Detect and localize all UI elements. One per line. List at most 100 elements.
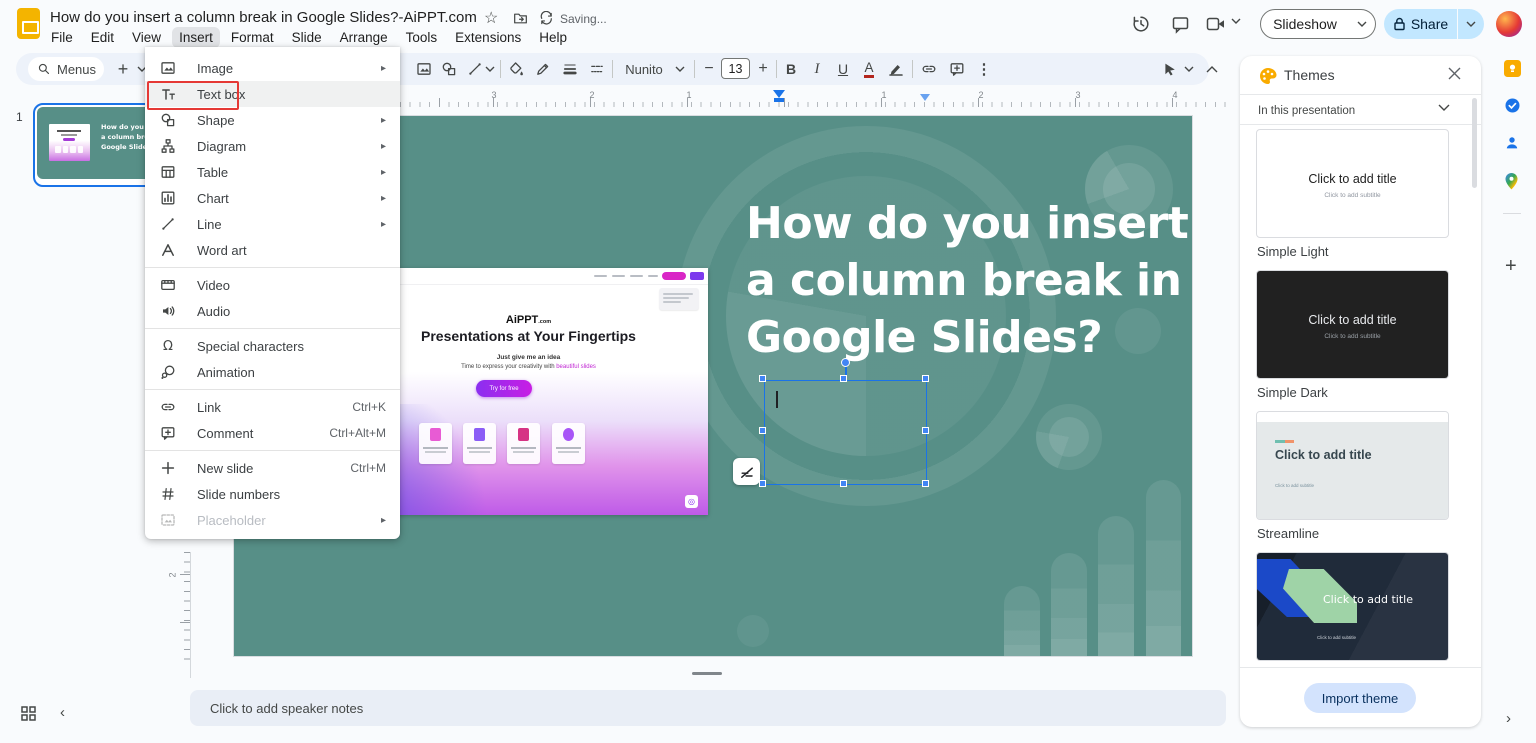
themes-panel-title: Themes [1284, 67, 1335, 83]
insert-menu-item-chart[interactable]: Chart ▸ [145, 185, 400, 211]
theme-card-simple-light[interactable]: Click to add title Click to add subtitle [1256, 129, 1449, 238]
version-history-icon[interactable] [1129, 12, 1153, 36]
insert-menu-item-animation[interactable]: Animation [145, 359, 400, 385]
menubar-item-file[interactable]: File [44, 27, 80, 48]
document-title[interactable]: How do you insert a column break in Goog… [50, 9, 477, 26]
star-icon[interactable]: ☆ [484, 8, 498, 28]
resize-handle-ne[interactable] [922, 375, 929, 382]
move-to-folder-icon[interactable] [512, 11, 529, 26]
insert-menu-item-table[interactable]: Table ▸ [145, 159, 400, 185]
get-addons-icon[interactable]: + [1505, 255, 1517, 278]
border-color-icon[interactable] [530, 53, 556, 85]
share-button[interactable]: Share [1384, 9, 1457, 39]
add-slide-button[interactable]: + [112, 53, 134, 85]
insert-menu-item-line[interactable]: Line ▸ [145, 211, 400, 237]
menubar-item-help[interactable]: Help [532, 27, 574, 48]
maps-icon[interactable] [1504, 172, 1519, 190]
insert-menu-item-comment[interactable]: Comment Ctrl+Alt+M [145, 420, 400, 446]
close-icon[interactable] [1448, 67, 1461, 80]
select-tool-icon[interactable] [1158, 53, 1182, 85]
rotation-handle[interactable] [841, 358, 850, 367]
menubar-item-arrange[interactable]: Arrange [333, 27, 395, 48]
insert-menu-item-audio[interactable]: Audio [145, 298, 400, 324]
menubar-item-view[interactable]: View [125, 27, 168, 48]
decrease-font-button[interactable]: − [700, 53, 718, 85]
underline-button[interactable]: U [832, 53, 854, 85]
grid-view-icon[interactable] [20, 705, 37, 722]
slideshow-button[interactable]: Slideshow [1260, 9, 1350, 39]
resize-handle-e[interactable] [922, 427, 929, 434]
menus-search-button[interactable]: Menus [28, 57, 104, 81]
contacts-icon[interactable] [1504, 135, 1520, 151]
theme-card-simple-dark[interactable]: Click to add title Click to add subtitle [1256, 270, 1449, 379]
share-dropdown-button[interactable] [1458, 9, 1484, 39]
submenu-arrow-icon: ▸ [380, 140, 386, 152]
diagram-icon [160, 138, 176, 154]
tasks-icon[interactable] [1504, 97, 1521, 114]
border-dash-icon[interactable] [584, 53, 610, 85]
insert-menu-item-new-slide[interactable]: New slide Ctrl+M [145, 455, 400, 481]
theme-card[interactable]: Click to add title Click to add subtitle [1256, 552, 1449, 661]
menubar-item-extensions[interactable]: Extensions [448, 27, 528, 48]
menubar-item-insert[interactable]: Insert [172, 27, 220, 48]
font-family-select[interactable]: Nunito [618, 53, 670, 85]
resize-handle-sw[interactable] [759, 480, 766, 487]
theme-card-streamline[interactable]: Click to add title Click to add subtitle [1256, 411, 1449, 520]
insert-menu-item-word-art[interactable]: Word art [145, 237, 400, 263]
insert-menu-item-diagram[interactable]: Diagram ▸ [145, 133, 400, 159]
collapse-toolbar-icon[interactable] [1202, 53, 1222, 85]
menubar-item-format[interactable]: Format [224, 27, 281, 48]
meet-camera-icon[interactable] [1204, 12, 1228, 36]
insert-menu-item-slide-numbers[interactable]: Slide numbers [145, 481, 400, 507]
add-comment-icon[interactable] [944, 53, 970, 85]
insert-menu-item-shape[interactable]: Shape ▸ [145, 107, 400, 133]
font-size-input[interactable]: 13 [721, 58, 750, 79]
menu-divider [145, 389, 400, 390]
indent-marker-left-bar[interactable] [774, 98, 784, 102]
section-chevron-down-icon[interactable] [1438, 104, 1450, 111]
selected-text-box[interactable] [764, 380, 927, 485]
keep-icon[interactable] [1504, 60, 1521, 77]
menubar-item-edit[interactable]: Edit [84, 27, 121, 48]
comments-icon[interactable] [1168, 12, 1192, 36]
meet-dropdown-icon[interactable] [1231, 18, 1241, 24]
menubar-item-slide[interactable]: Slide [285, 27, 329, 48]
select-tool-dropdown-icon[interactable] [1182, 53, 1196, 85]
collapse-filmstrip-icon[interactable]: ‹ [60, 704, 65, 721]
resize-handle-se[interactable] [922, 480, 929, 487]
resize-handle-n[interactable] [840, 375, 847, 382]
slideshow-dropdown-button[interactable] [1349, 9, 1376, 39]
insert-menu-item-video[interactable]: Video [145, 272, 400, 298]
insert-image-icon[interactable] [412, 53, 436, 85]
italic-button[interactable]: I [806, 53, 828, 85]
speaker-notes[interactable]: Click to add speaker notes [190, 690, 1226, 726]
text-color-button[interactable]: A [858, 53, 880, 85]
insert-shape-icon[interactable] [437, 53, 461, 85]
line-dropdown-icon[interactable] [483, 53, 497, 85]
insert-menu-item-link[interactable]: Link Ctrl+K [145, 394, 400, 420]
embedded-website-image[interactable]: AiPPT.com Presentations at Your Fingerti… [349, 268, 708, 515]
border-weight-icon[interactable] [557, 53, 583, 85]
resize-handle-s[interactable] [840, 480, 847, 487]
fill-color-icon[interactable] [503, 53, 529, 85]
floating-pen-button[interactable] [733, 458, 760, 485]
insert-menu-item-image[interactable]: Image ▸ [145, 55, 400, 81]
expand-sidebar-icon[interactable]: › [1506, 710, 1511, 727]
insert-menu-item-text-box[interactable]: Text box [145, 81, 400, 110]
insert-menu-item-special-characters[interactable]: Ω Special characters [145, 333, 400, 359]
insert-link-icon[interactable] [916, 53, 942, 85]
cloud-sync-icon[interactable] [539, 11, 554, 26]
font-dropdown-icon[interactable] [672, 53, 688, 85]
avatar[interactable] [1496, 11, 1522, 37]
increase-font-button[interactable]: + [754, 53, 772, 85]
indent-marker-right[interactable] [920, 94, 930, 101]
bold-button[interactable]: B [780, 53, 802, 85]
import-theme-button[interactable]: Import theme [1304, 683, 1416, 713]
more-options-icon[interactable]: ⋮ [974, 53, 994, 85]
highlight-color-icon[interactable] [884, 53, 908, 85]
resize-handle-w[interactable] [759, 427, 766, 434]
menubar-item-tools[interactable]: Tools [399, 27, 445, 48]
indent-marker-left[interactable] [773, 90, 785, 98]
notes-resize-handle[interactable] [692, 672, 722, 675]
resize-handle-nw[interactable] [759, 375, 766, 382]
